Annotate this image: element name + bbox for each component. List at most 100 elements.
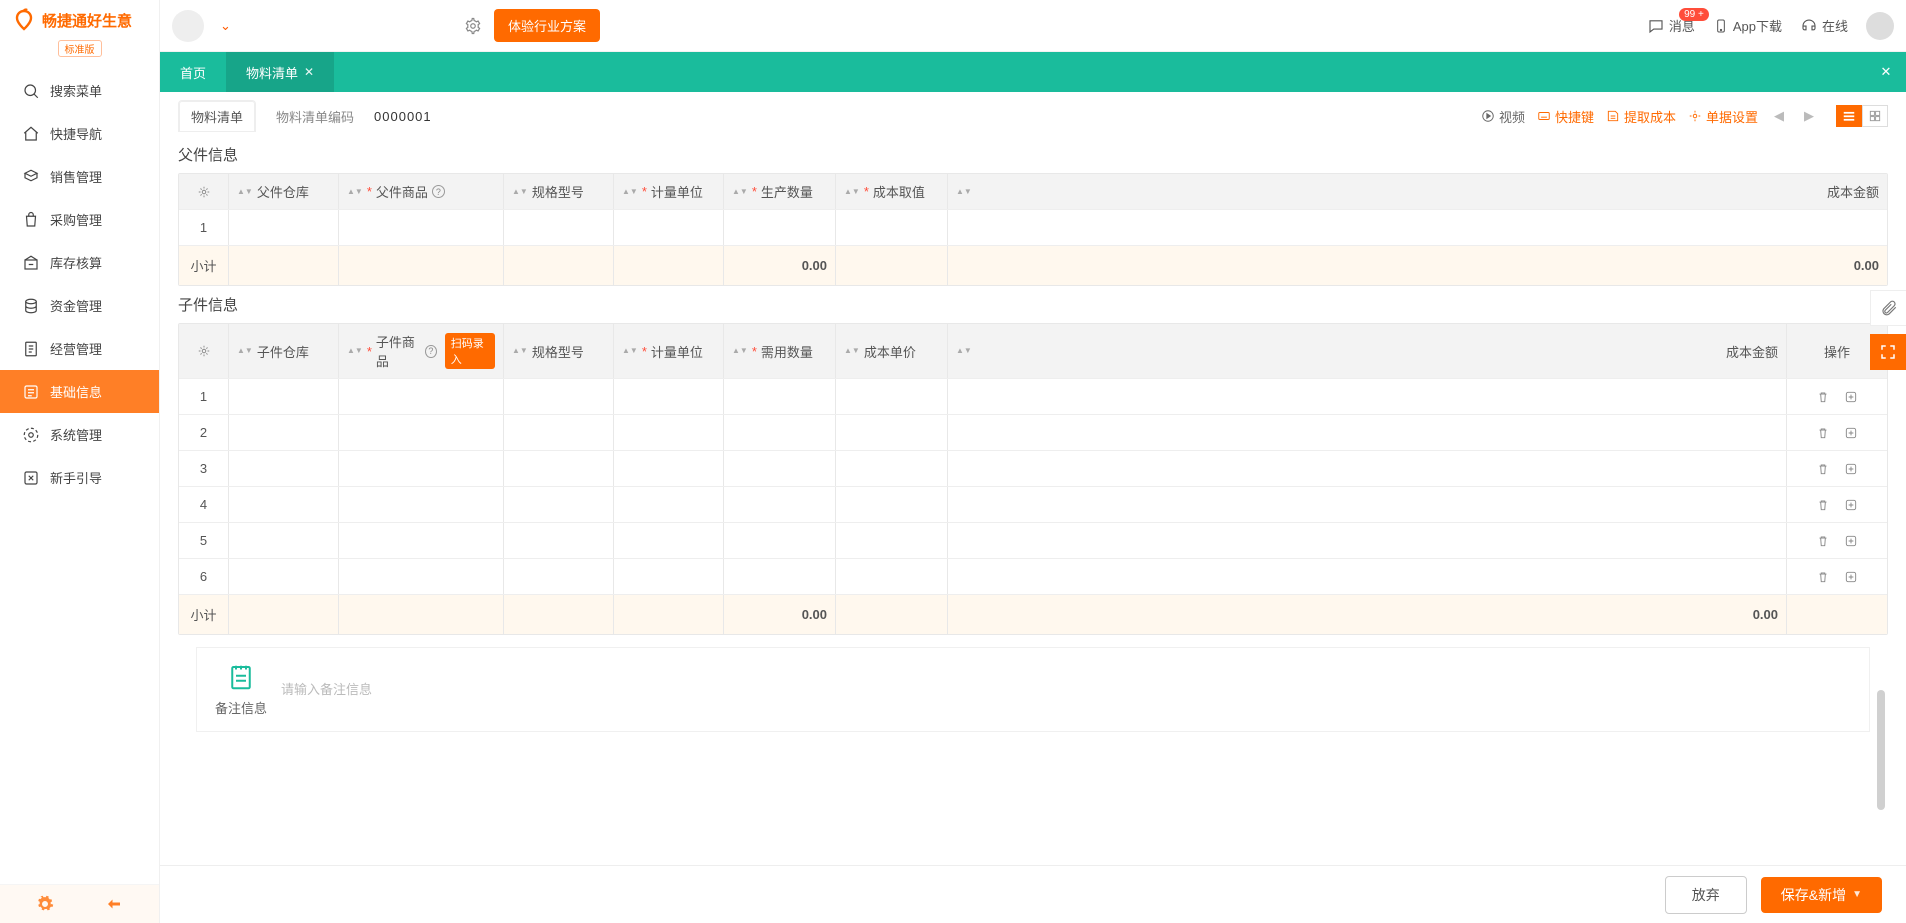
parent-grid: ▲▼父件仓库 ▲▼*父件商品? ▲▼规格型号 ▲▼*计量单位 ▲▼*生产数量 ▲… <box>178 173 1888 286</box>
close-all-icon[interactable]: ✕ <box>1866 64 1906 80</box>
search-menu-icon <box>22 82 40 100</box>
scrollbar[interactable] <box>1877 690 1885 810</box>
add-icon[interactable] <box>1844 390 1858 404</box>
child-row[interactable]: 2 <box>179 414 1887 450</box>
online-link[interactable]: 在线 <box>1800 16 1848 35</box>
sidebar-footer <box>0 884 159 923</box>
org-select[interactable]: ⌄ <box>172 10 452 42</box>
sidebar-item-system[interactable]: 系统管理 <box>0 413 159 456</box>
row-idx: 5 <box>179 523 229 558</box>
scan-chip[interactable]: 扫码录入 <box>445 333 495 369</box>
subtab-bom[interactable]: 物料清单 <box>178 100 256 132</box>
col-child-need[interactable]: ▲▼*需用数量 <box>724 324 836 378</box>
close-icon[interactable]: ✕ <box>304 65 314 79</box>
add-icon[interactable] <box>1844 534 1858 548</box>
sidebar-item-guide[interactable]: 新手引导 <box>0 456 159 499</box>
docset-link[interactable]: 单据设置 <box>1688 107 1758 126</box>
col-parent-spec[interactable]: ▲▼规格型号 <box>504 174 614 209</box>
delete-icon[interactable] <box>1816 462 1830 476</box>
child-row[interactable]: 5 <box>179 522 1887 558</box>
parent-row[interactable]: 1 <box>179 209 1887 245</box>
row-idx: 2 <box>179 415 229 450</box>
base-info-icon <box>22 383 40 401</box>
view-list-icon[interactable] <box>1836 105 1862 127</box>
video-link[interactable]: 视频 <box>1481 107 1525 126</box>
topbar-right: 消息 99 + App下载 在线 <box>1647 12 1894 40</box>
trial-button[interactable]: 体验行业方案 <box>494 9 600 42</box>
messages-link[interactable]: 消息 99 + <box>1647 16 1695 35</box>
extract-link[interactable]: 提取成本 <box>1606 107 1676 126</box>
system-icon <box>22 426 40 444</box>
delete-icon[interactable] <box>1816 534 1830 548</box>
col-child-product[interactable]: ▲▼*子件商品?扫码录入 <box>339 324 504 378</box>
tab-home[interactable]: 首页 <box>160 52 226 92</box>
code-label: 物料清单编码 <box>276 107 354 126</box>
next-icon[interactable]: ▶ <box>1800 108 1818 124</box>
brand: 畅捷通好生意 <box>0 0 159 40</box>
col-parent-cost[interactable]: ▲▼*成本取值 <box>836 174 948 209</box>
col-parent-qty[interactable]: ▲▼*生产数量 <box>724 174 836 209</box>
sidebar-item-label: 采购管理 <box>50 210 102 229</box>
sidebar-item-funds[interactable]: 资金管理 <box>0 284 159 327</box>
sidebar-item-sales[interactable]: 销售管理 <box>0 155 159 198</box>
prev-icon[interactable]: ◀ <box>1770 108 1788 124</box>
docset-label: 单据设置 <box>1706 107 1758 126</box>
child-row[interactable]: 1 <box>179 378 1887 414</box>
delete-icon[interactable] <box>1816 390 1830 404</box>
operation-icon <box>22 340 40 358</box>
attachment-icon[interactable] <box>1870 290 1906 326</box>
save-button[interactable]: 保存&新增▼ <box>1761 877 1882 913</box>
subtotal-need: 0.00 <box>724 595 836 634</box>
remark-input[interactable] <box>271 662 1855 717</box>
gear-icon[interactable] <box>464 17 482 35</box>
sidebar-item-label: 基础信息 <box>50 382 102 401</box>
child-row[interactable]: 3 <box>179 450 1887 486</box>
delete-icon[interactable] <box>1816 570 1830 584</box>
gear-col-icon[interactable] <box>179 324 229 378</box>
col-child-amount[interactable]: ▲▼成本金额 <box>948 324 1787 378</box>
subhead: 物料清单 物料清单编码 0000001 视频 快捷键 提取成本 单据设置 ◀ ▶ <box>160 92 1906 140</box>
sidebar-item-purchase[interactable]: 采购管理 <box>0 198 159 241</box>
add-icon[interactable] <box>1844 498 1858 512</box>
collapse-icon[interactable] <box>105 895 123 913</box>
inventory-icon <box>22 254 40 272</box>
delete-icon[interactable] <box>1816 498 1830 512</box>
info-icon[interactable]: ? <box>425 345 437 358</box>
remark-label: 备注信息 <box>215 698 267 717</box>
add-icon[interactable] <box>1844 462 1858 476</box>
delete-icon[interactable] <box>1816 426 1830 440</box>
view-grid-icon[interactable] <box>1862 105 1888 127</box>
download-link[interactable]: App下载 <box>1713 16 1782 35</box>
save-label: 保存&新增 <box>1781 885 1846 905</box>
gear-col-icon[interactable] <box>179 174 229 209</box>
row-idx: 6 <box>179 559 229 594</box>
user-avatar[interactable] <box>1866 12 1894 40</box>
col-parent-warehouse[interactable]: ▲▼父件仓库 <box>229 174 339 209</box>
tab-bom[interactable]: 物料清单 ✕ <box>226 52 334 92</box>
sidebar-item-base-info[interactable]: 基础信息 <box>0 370 159 413</box>
info-icon[interactable]: ? <box>432 185 445 198</box>
child-row[interactable]: 4 <box>179 486 1887 522</box>
col-parent-amount[interactable]: ▲▼成本金额 <box>948 174 1887 209</box>
fullscreen-icon[interactable] <box>1870 334 1906 370</box>
add-icon[interactable] <box>1844 426 1858 440</box>
col-child-price[interactable]: ▲▼成本单价 <box>836 324 948 378</box>
add-icon[interactable] <box>1844 570 1858 584</box>
settings-icon[interactable] <box>36 895 54 913</box>
content: 父件信息 ▲▼父件仓库 ▲▼*父件商品? ▲▼规格型号 ▲▼*计量单位 ▲▼*生… <box>160 140 1906 923</box>
col-child-warehouse[interactable]: ▲▼子件仓库 <box>229 324 339 378</box>
float-rail <box>1870 290 1906 370</box>
shortcut-link[interactable]: 快捷键 <box>1537 107 1594 126</box>
col-parent-unit[interactable]: ▲▼*计量单位 <box>614 174 724 209</box>
topbar: ⌄ 体验行业方案 消息 99 + App下载 在线 <box>160 0 1906 52</box>
discard-button[interactable]: 放弃 <box>1665 876 1747 914</box>
sidebar-item-quick-nav[interactable]: 快捷导航 <box>0 112 159 155</box>
sidebar-item-search-menu[interactable]: 搜索菜单 <box>0 69 159 112</box>
col-child-spec[interactable]: ▲▼规格型号 <box>504 324 614 378</box>
sidebar-item-label: 新手引导 <box>50 468 102 487</box>
col-parent-product[interactable]: ▲▼*父件商品? <box>339 174 504 209</box>
child-row[interactable]: 6 <box>179 558 1887 594</box>
col-child-unit[interactable]: ▲▼*计量单位 <box>614 324 724 378</box>
sidebar-item-operation[interactable]: 经营管理 <box>0 327 159 370</box>
sidebar-item-inventory[interactable]: 库存核算 <box>0 241 159 284</box>
